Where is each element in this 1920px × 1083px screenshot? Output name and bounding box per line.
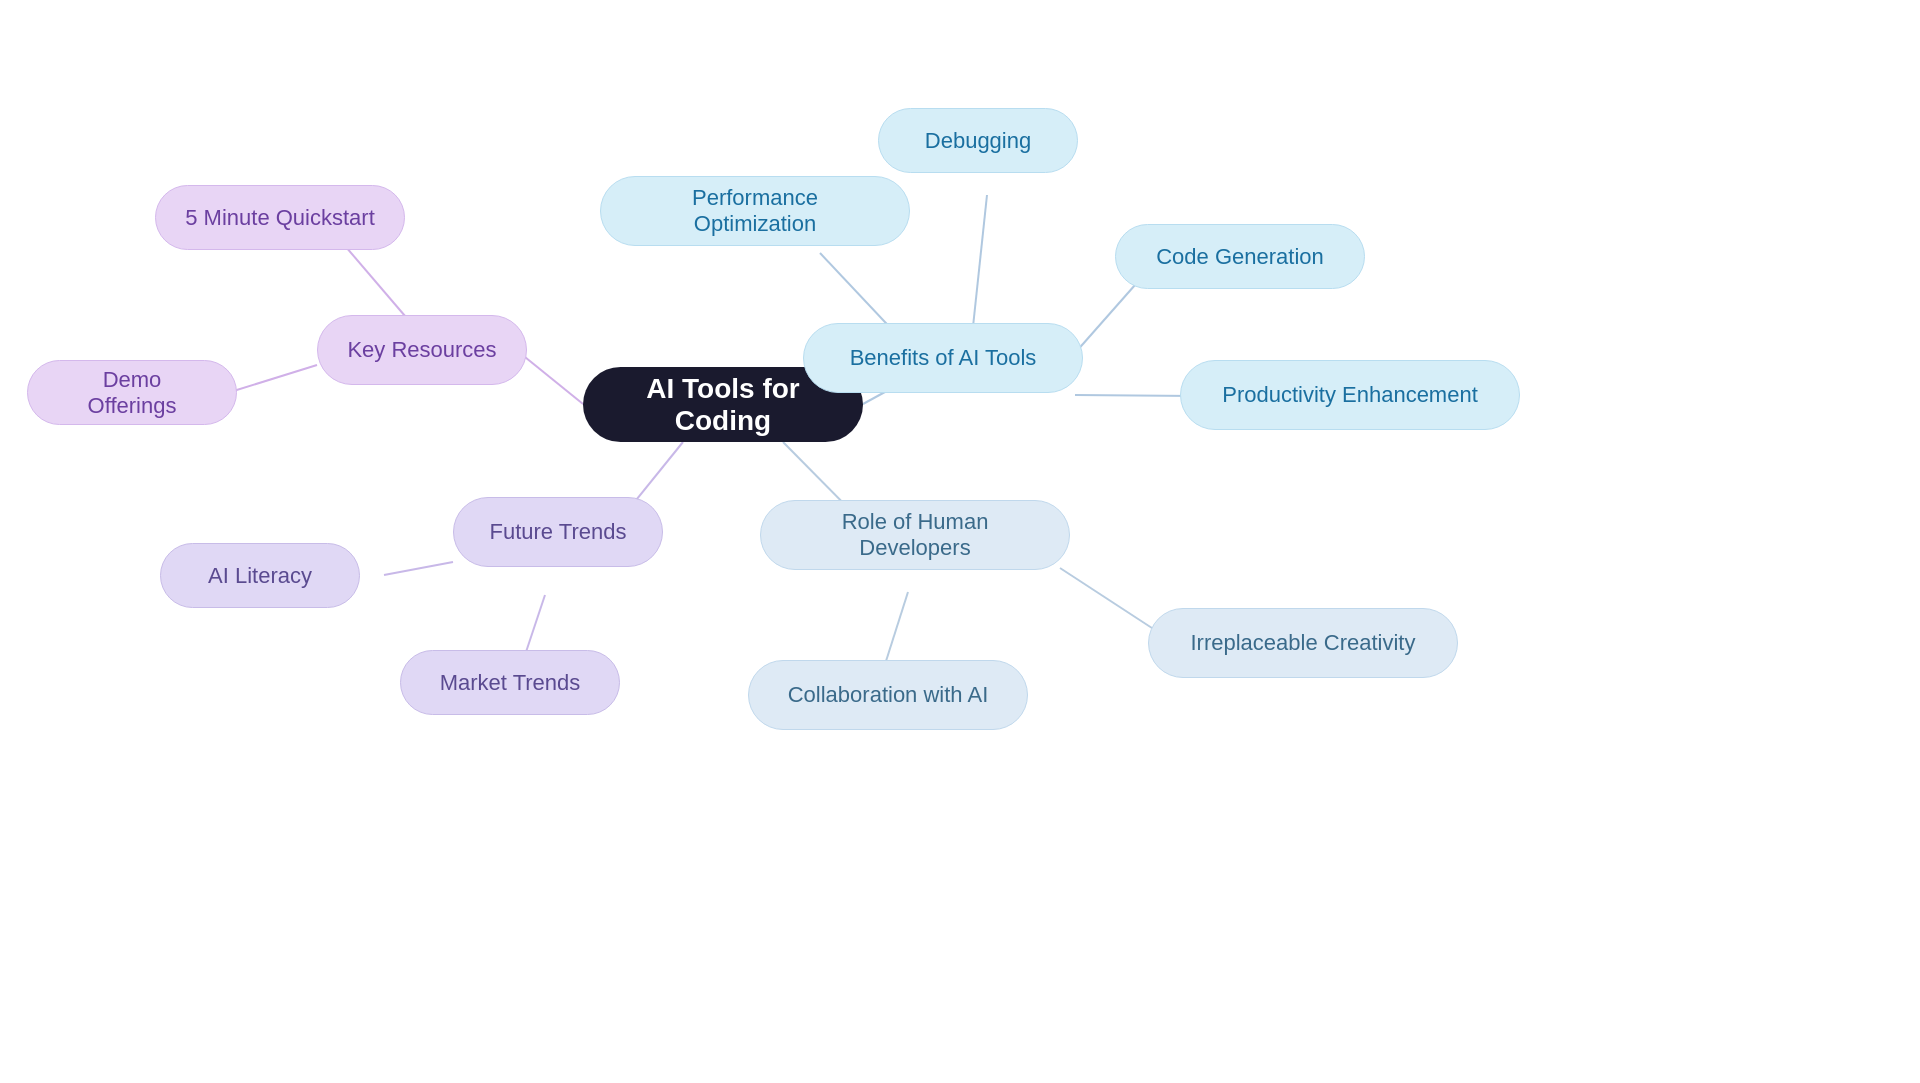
irreplaceable-creativity-node[interactable]: Irreplaceable Creativity [1148, 608, 1458, 678]
svg-line-9 [384, 562, 453, 575]
future-trends-node[interactable]: Future Trends [453, 497, 663, 567]
market-trends-node[interactable]: Market Trends [400, 650, 620, 715]
productivity-enhancement-node[interactable]: Productivity Enhancement [1180, 360, 1520, 430]
svg-line-5 [520, 353, 583, 404]
collaboration-with-ai-node[interactable]: Collaboration with AI [748, 660, 1028, 730]
ai-literacy-node[interactable]: AI Literacy [160, 543, 360, 608]
svg-line-4 [1075, 395, 1195, 396]
key-resources-node[interactable]: Key Resources [317, 315, 527, 385]
code-generation-node[interactable]: Code Generation [1115, 224, 1365, 289]
demo-offerings-node[interactable]: Demo Offerings [27, 360, 237, 425]
role-of-human-developers-node[interactable]: Role of Human Developers [760, 500, 1070, 570]
svg-line-12 [1060, 568, 1155, 630]
performance-optimization-node[interactable]: Performance Optimization [600, 176, 910, 246]
svg-line-7 [227, 365, 317, 393]
debugging-node[interactable]: Debugging [878, 108, 1078, 173]
five-minute-quickstart-node[interactable]: 5 Minute Quickstart [155, 185, 405, 250]
benefits-of-ai-tools-node[interactable]: Benefits of AI Tools [803, 323, 1083, 393]
